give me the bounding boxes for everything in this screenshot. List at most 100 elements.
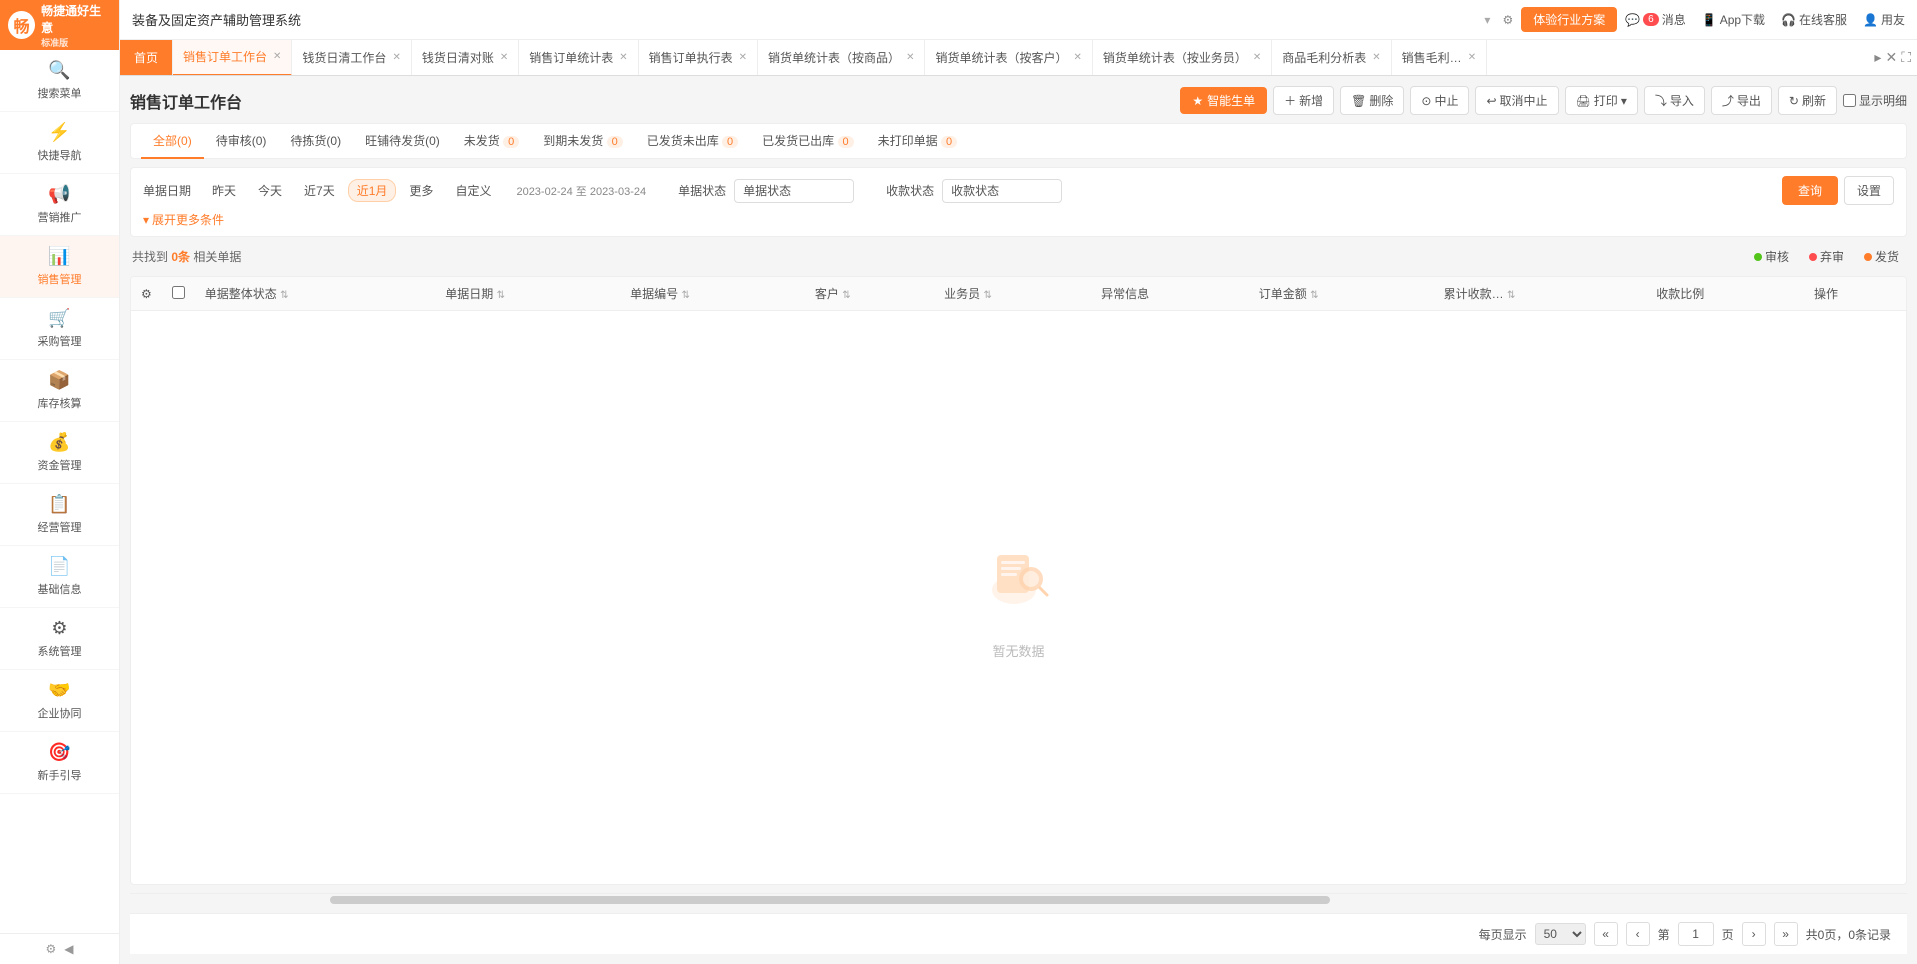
sidebar-item-inventory[interactable]: 📦 库存核算 [0,360,119,422]
sidebar-item-base-info[interactable]: 📄 基础信息 [0,546,119,608]
sidebar-item-purchase[interactable]: 🛒 采购管理 [0,298,119,360]
col-received-sort[interactable]: ⇅ [1507,290,1515,301]
col-no-sort[interactable]: ⇅ [681,290,689,301]
message-btn[interactable]: 💬 6 消息 [1625,11,1686,28]
tab-sales-order-label: 销售订单工作台 [183,48,267,65]
tab-sales-exec[interactable]: 销售订单执行表 ✕ [639,40,758,76]
date-btn-7days[interactable]: 近7天 [295,179,344,202]
date-btn-yesterday[interactable]: 昨天 [203,179,245,202]
close-customer-stat-tab[interactable]: ✕ [1073,52,1081,63]
app-download-btn[interactable]: 📱 App下载 [1702,11,1765,28]
print-btn[interactable]: 🖨 打印 ▾ [1565,86,1638,115]
collapse-icon[interactable]: ◀ [64,942,73,956]
subtab-shop-pending[interactable]: 旺铺待发货(0) [353,123,452,159]
sidebar-item-marketing[interactable]: 📢 营销推广 [0,174,119,236]
expand-filter-btn[interactable]: ▾ 展开更多条件 [143,211,1894,228]
tab-salesman-stat[interactable]: 销货单统计表（按业务员） ✕ [1093,40,1272,76]
page-size-select[interactable]: 50 10 20 100 [1535,923,1586,945]
show-detail-checkbox[interactable]: 显示明细 [1843,92,1907,109]
settings-gear-icon[interactable]: ⚙ [1502,13,1513,27]
user-btn[interactable]: 👤 用友 [1863,11,1905,28]
subtab-shipped-not-out[interactable]: 已发货未出库 0 [635,123,750,159]
scrollbar-thumb[interactable] [330,896,1330,904]
reject-btn[interactable]: 弃审 [1803,245,1850,268]
dropdown-icon[interactable]: ▾ [1484,13,1490,27]
cancel-stop-btn[interactable]: ↩ 取消中止 [1475,86,1558,115]
subtab-pending-pick[interactable]: 待拣货(0) [278,123,353,159]
subtab-not-shipped[interactable]: 未发货 0 [452,123,531,159]
sidebar-item-quick-nav[interactable]: ⚡ 快捷导航 [0,112,119,174]
tab-expand-btn[interactable]: ⛶ [1901,49,1911,66]
sidebar-item-guide[interactable]: 🎯 新手引导 [0,732,119,794]
col-salesman-sort[interactable]: ⇅ [983,290,991,301]
close-cash-reconcile-tab[interactable]: ✕ [500,52,508,63]
close-profit-analysis-tab[interactable]: ✕ [1372,52,1380,63]
page-number-input[interactable] [1678,922,1714,946]
tab-close-all-btn[interactable]: ✕ [1885,49,1897,66]
close-goods-stat-tab[interactable]: ✕ [906,52,914,63]
add-btn[interactable]: ＋ 新增 [1273,86,1334,115]
col-status-sort[interactable]: ⇅ [280,290,288,301]
first-page-btn[interactable]: « [1594,922,1618,946]
tab-home[interactable]: 首页 [120,40,173,76]
review-btn[interactable]: 审核 [1748,245,1795,268]
refresh-btn[interactable]: ↻ 刷新 [1778,86,1837,115]
prev-page-btn[interactable]: ‹ [1626,922,1650,946]
col-customer-sort[interactable]: ⇅ [842,290,850,301]
tab-sales-profit[interactable]: 销售毛利… ✕ [1392,40,1487,76]
date-btn-more[interactable]: 更多 [400,179,442,202]
date-btn-today[interactable]: 今天 [249,179,291,202]
online-service-btn[interactable]: 🎧 在线客服 [1781,11,1847,28]
date-btn-custom[interactable]: 自定义 [446,179,500,202]
sidebar-item-sales[interactable]: 📊 销售管理 [0,236,119,298]
tab-goods-stat[interactable]: 销货单统计表（按商品） ✕ [758,40,925,76]
tab-customer-stat[interactable]: 销货单统计表（按客户） ✕ [925,40,1092,76]
subtab-overdue[interactable]: 到期未发货 0 [531,123,634,159]
ship-btn[interactable]: 发货 [1858,245,1905,268]
tab-cash-clear[interactable]: 钱货日清工作台 ✕ [292,40,411,76]
last-page-btn[interactable]: » [1774,922,1798,946]
close-sales-exec-tab[interactable]: ✕ [739,52,747,63]
tab-profit-analysis[interactable]: 商品毛利分析表 ✕ [1272,40,1391,76]
export-btn[interactable]: ⤴ 导出 [1711,86,1772,115]
close-sales-order-tab[interactable]: ✕ [273,51,281,62]
status-filter-select[interactable]: 单据状态 [734,179,854,203]
sidebar-item-management[interactable]: 📋 经营管理 [0,484,119,546]
sidebar-item-system[interactable]: ⚙ 系统管理 [0,608,119,670]
settings-icon[interactable]: ⚙ [46,942,57,956]
subtab-not-printed[interactable]: 未打印单据 0 [866,123,969,159]
tab-sales-stat[interactable]: 销售订单统计表 ✕ [519,40,638,76]
stop-btn[interactable]: ⊙ 中止 [1410,86,1469,115]
select-all-checkbox[interactable] [172,286,185,299]
export-icon: ⤴ [1722,92,1734,109]
smart-create-btn[interactable]: ★ 智能生单 [1180,87,1267,114]
close-sales-profit-tab[interactable]: ✕ [1468,52,1476,63]
col-date-sort[interactable]: ⇅ [497,290,505,301]
subtab-pending-review[interactable]: 待审核(0) [204,123,279,159]
close-sales-stat-tab[interactable]: ✕ [619,52,627,63]
settings-col-icon[interactable]: ⚙ [141,287,152,301]
trial-btn[interactable]: 体验行业方案 [1521,7,1617,32]
tab-cash-reconcile[interactable]: 钱货日清对账 ✕ [412,40,519,76]
sidebar-item-enterprise[interactable]: 🤝 企业协同 [0,670,119,732]
tab-overflow-btn[interactable]: ▸ [1874,49,1881,66]
next-page-btn[interactable]: › [1742,922,1766,946]
query-btn[interactable]: 查询 [1782,176,1838,205]
col-amount-sort[interactable]: ⇅ [1310,290,1318,301]
close-cash-clear-tab[interactable]: ✕ [392,52,400,63]
payment-filter-select[interactable]: 收款状态 [942,179,1062,203]
col-salesman-label: 业务员 [944,287,980,301]
tab-sales-order[interactable]: 销售订单工作台 ✕ [173,40,292,76]
system-title: 装备及固定资产辅助管理系统 [132,10,1476,29]
delete-btn[interactable]: 🗑 删除 [1340,86,1404,115]
horizontal-scrollbar[interactable] [130,893,1907,905]
date-btn-1month[interactable]: 近1月 [348,179,397,202]
show-detail-input[interactable] [1843,94,1856,107]
filter-setting-btn[interactable]: 设置 [1844,176,1894,205]
sidebar-item-search[interactable]: 🔍 搜索菜单 [0,50,119,112]
subtab-shipped-out[interactable]: 已发货已出库 0 [750,123,865,159]
import-btn[interactable]: ⤵ 导入 [1644,86,1705,115]
sidebar-item-finance[interactable]: 💰 资金管理 [0,422,119,484]
close-salesman-stat-tab[interactable]: ✕ [1253,52,1261,63]
subtab-all[interactable]: 全部(0) [141,123,204,159]
